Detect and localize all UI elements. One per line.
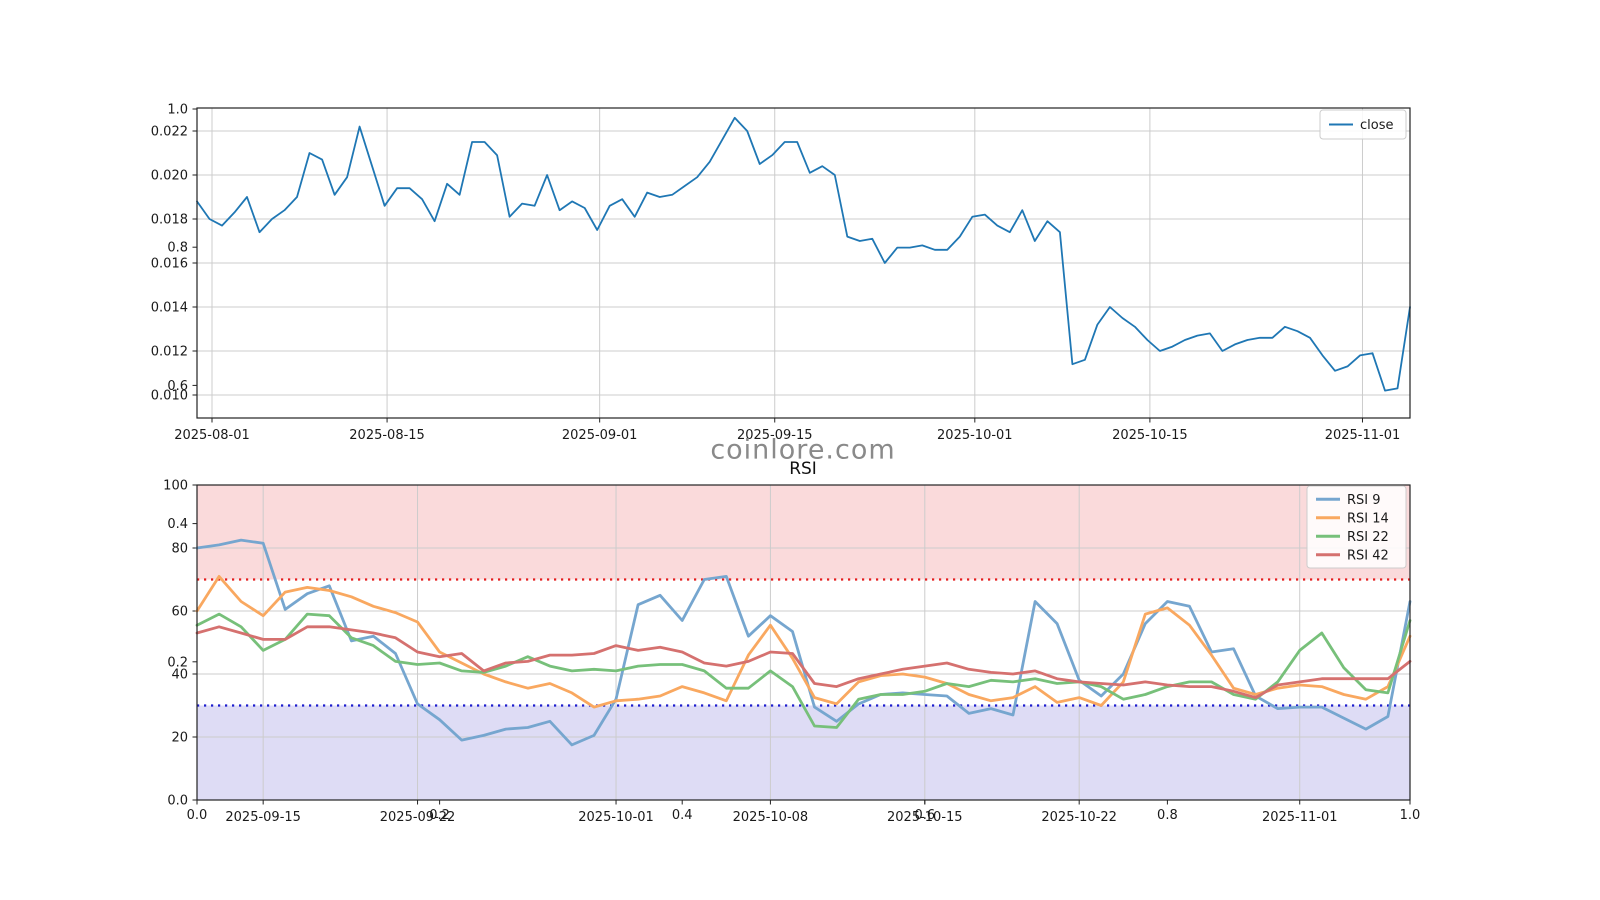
rsi-chart-title: RSI <box>789 459 817 479</box>
rsi-chart: 100806040202025-09-15 2025-09-22 2025-10-0… <box>163 479 1412 825</box>
tick-label: 0.0 <box>187 808 208 823</box>
tick-label: 2025-10-15 <box>1112 428 1188 443</box>
tick-label: 0.4 <box>167 517 188 532</box>
figure: 0.022 0.020 0.018 0.016 0.014 0.012 0.010 2025-… <box>0 0 1600 900</box>
tick-label: 0.0 <box>167 794 188 809</box>
tick-label: 2025-08-01 <box>174 428 250 443</box>
tick-label: 0.6 <box>914 808 935 823</box>
tick-label: 80 <box>171 542 188 557</box>
tick-label: 2025-10-08 <box>733 810 809 825</box>
tick-label: 2025-11-01 <box>1325 428 1401 443</box>
tick-label: 2025-10-22 <box>1041 810 1117 825</box>
rsi-42-line <box>195 625 1412 699</box>
tick-label: 0.2 <box>429 808 450 823</box>
tick-label: 2025-09-15 <box>225 810 301 825</box>
oversold-zone <box>197 705 1410 800</box>
tick-label: 60 <box>171 605 188 620</box>
tick-label: 1.0 <box>1400 808 1421 823</box>
tick-label: 2025-08-15 <box>349 428 425 443</box>
tick-label: 0.018 <box>151 213 188 228</box>
tick-label: RSI 9 <box>1347 493 1381 508</box>
tick-label: 0.6 <box>167 379 188 394</box>
tick-label: 0.012 <box>151 345 188 360</box>
tick-label: 0.022 <box>151 125 188 140</box>
tick-label: 0.8 <box>1157 808 1178 823</box>
price-chart: 0.0220.0200.0180.0160.0140.0120.0102025-… <box>151 107 1411 443</box>
tick-label: RSI 42 <box>1347 548 1389 563</box>
tick-label: close <box>1360 118 1393 133</box>
tick-label: 2025-10-01 <box>937 428 1013 443</box>
tick-label: RSI 14 <box>1347 511 1389 526</box>
tick-label: 0.020 <box>151 169 188 184</box>
tick-label: 1.0 <box>167 103 188 118</box>
tick-label: 0.016 <box>151 257 188 272</box>
tick-label: RSI 22 <box>1347 530 1389 545</box>
close-line <box>196 116 1411 392</box>
tick-label: 0.2 <box>167 655 188 670</box>
price-chart-legend: close <box>1319 109 1407 140</box>
tick-label: 0.014 <box>151 301 188 316</box>
tick-label: 20 <box>171 731 188 746</box>
tick-label: 100 <box>163 479 188 494</box>
rsi-chart-legend: RSI 9 RSI 14 RSI 22 RSI 42 <box>1306 485 1407 569</box>
tick-label: 2025-09-01 <box>562 428 638 443</box>
tick-label: 0.4 <box>672 808 693 823</box>
tick-label: 2025-11-01 <box>1262 810 1338 825</box>
tick-label: 2025-10-01 <box>578 810 654 825</box>
tick-label: 0.8 <box>167 241 188 256</box>
overbought-zone <box>197 485 1410 580</box>
